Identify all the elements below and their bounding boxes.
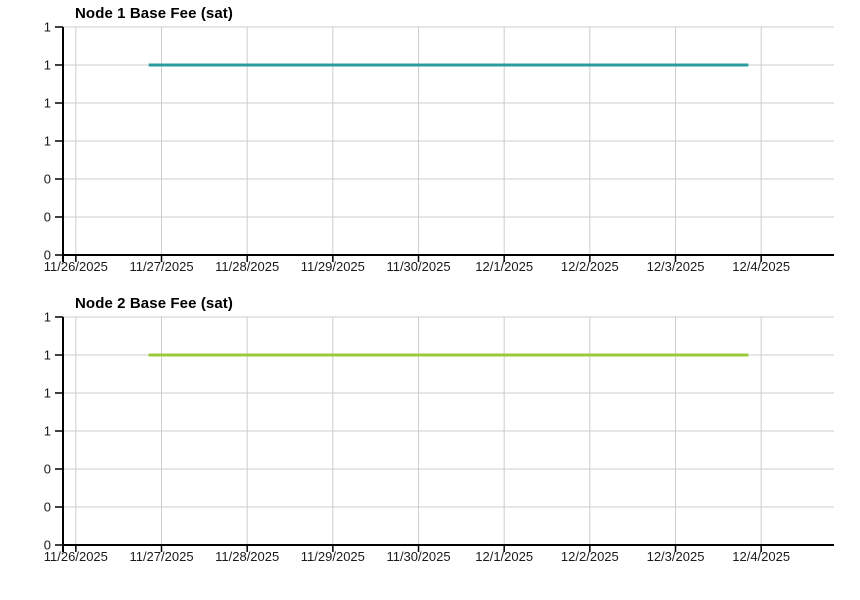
x-tick-label: 11/29/2025 bbox=[301, 259, 365, 274]
x-tick-label: 11/28/2025 bbox=[215, 549, 279, 564]
chart-node2-base-fee: Node 2 Base Fee (sat) 11/26/2025 11/27/20… bbox=[0, 290, 860, 575]
plot-area-node1: 11/26/2025 11/27/2025 11/28/2025 11/29/2025… bbox=[44, 20, 834, 274]
y-tick-label: 1 bbox=[44, 386, 51, 401]
y-tick-label: 0 bbox=[44, 500, 51, 515]
y-tick-label: 1 bbox=[44, 58, 51, 73]
dashboard-canvas: Node 1 Base Fee (sat) 11/26/2025 11/27/20… bbox=[0, 0, 860, 600]
y-tick-label: 0 bbox=[44, 210, 51, 225]
x-tick-label: 12/3/2025 bbox=[647, 549, 705, 564]
y-tick-label: 0 bbox=[44, 172, 51, 187]
x-tick-label: 11/30/2025 bbox=[386, 259, 450, 274]
x-tick-label: 12/4/2025 bbox=[732, 259, 790, 274]
x-tick-label: 11/26/2025 bbox=[44, 549, 108, 564]
y-tick-label: 1 bbox=[44, 310, 51, 325]
x-tick-label: 12/1/2025 bbox=[475, 259, 533, 274]
x-tick-label: 12/1/2025 bbox=[475, 549, 533, 564]
y-tick-label: 0 bbox=[44, 538, 51, 553]
y-tick-label: 1 bbox=[44, 424, 51, 439]
y-tick-label: 0 bbox=[44, 248, 51, 263]
x-tick-label: 12/2/2025 bbox=[561, 549, 619, 564]
x-tick-label: 11/28/2025 bbox=[215, 259, 279, 274]
plot-area-node2: 11/26/2025 11/27/2025 11/28/2025 11/29/2025… bbox=[44, 310, 834, 564]
x-tick-label: 12/3/2025 bbox=[647, 259, 705, 274]
y-tick-label: 1 bbox=[44, 20, 51, 35]
x-tick-label: 11/30/2025 bbox=[386, 549, 450, 564]
x-tick-label: 11/27/2025 bbox=[129, 259, 193, 274]
y-tick-label: 1 bbox=[44, 348, 51, 363]
y-tick-label: 1 bbox=[44, 134, 51, 149]
chart-node1-base-fee: Node 1 Base Fee (sat) 11/26/2025 11/27/20… bbox=[0, 0, 860, 285]
x-tick-label: 11/26/2025 bbox=[44, 259, 108, 274]
x-tick-label: 11/29/2025 bbox=[301, 549, 365, 564]
x-tick-label: 12/2/2025 bbox=[561, 259, 619, 274]
y-tick-label: 1 bbox=[44, 96, 51, 111]
x-tick-label: 12/4/2025 bbox=[732, 549, 790, 564]
y-tick-label: 0 bbox=[44, 462, 51, 477]
x-tick-label: 11/27/2025 bbox=[129, 549, 193, 564]
